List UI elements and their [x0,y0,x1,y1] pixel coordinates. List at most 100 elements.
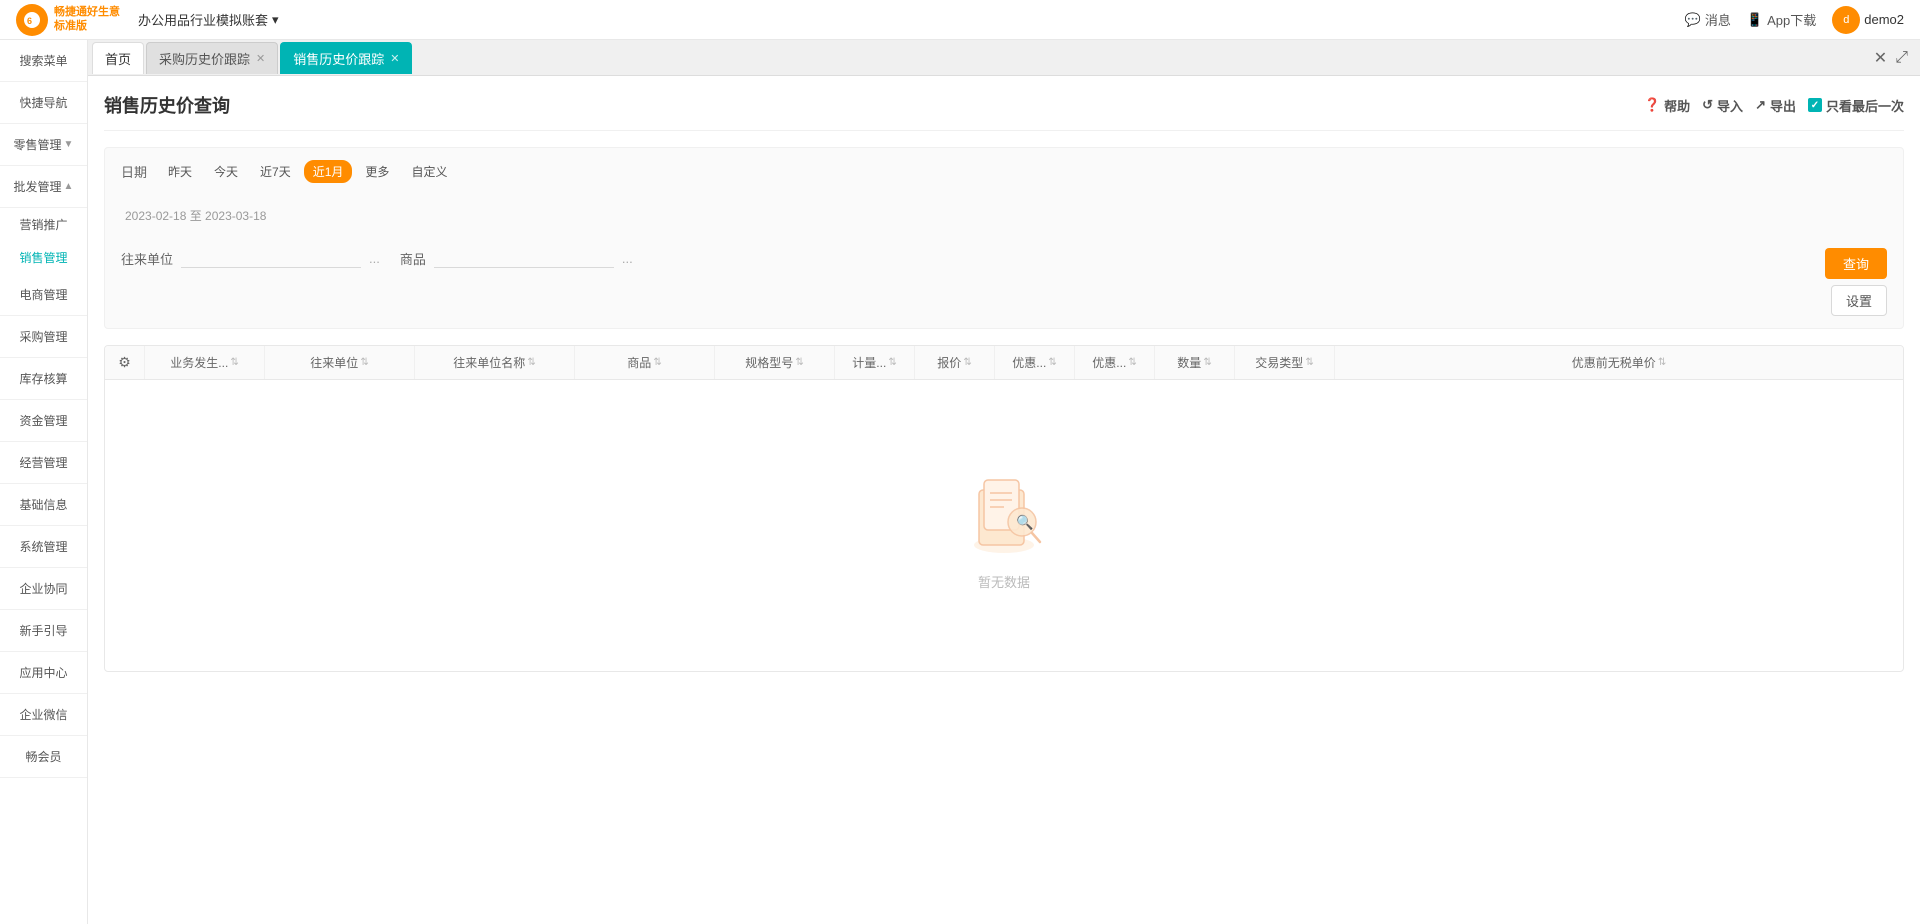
unit-filter-dots[interactable]: ... [369,251,380,266]
th-date-label: 业务发生... [170,354,228,371]
sidebar-label-inventory: 库存核算 [19,370,67,387]
sidebar-item-purchase[interactable]: 采购管理 [0,316,87,358]
user-area[interactable]: d demo2 [1832,6,1904,34]
tab-close-button[interactable]: ✕ [1874,48,1887,68]
tab-sales-history[interactable]: 销售历史价跟踪 ✕ [280,42,412,74]
th-unit[interactable]: 计量... ⇅ [835,346,915,379]
sidebar-item-shortcuts[interactable]: 快捷导航 [0,82,87,124]
unit-filter-input[interactable] [181,248,361,268]
sort-icon-spec: ⇅ [795,357,803,368]
product-filter-label: 商品 [400,249,426,268]
th-unit-name[interactable]: 往来单位名称 ⇅ [415,346,575,379]
sidebar-item-marketing[interactable]: 营销推广 [0,208,87,241]
sort-icon-product: ⇅ [653,357,661,368]
app-download-button[interactable]: 📱 App下载 [1747,10,1816,29]
page-content: 销售历史价查询 ❓ 帮助 ↺ 导入 ↗ 导出 [88,76,1920,924]
product-filter-input[interactable] [434,248,614,268]
gear-icon[interactable]: ⚙ [118,354,131,371]
tab-home[interactable]: 首页 [92,42,144,74]
chevron-down-icon: ▼ [64,139,74,150]
message-button[interactable]: 💬 消息 [1685,10,1731,29]
sidebar-item-inventory[interactable]: 库存核算 [0,358,87,400]
sidebar-label-newbie: 新手引导 [19,622,67,639]
tab-purchase-history[interactable]: 采购历史价跟踪 ✕ [146,42,278,74]
data-table: ⚙ 业务发生... ⇅ 往来单位 ⇅ 往来单位名称 ⇅ [104,345,1904,672]
filter-section-unit: 往来单位 ... [121,248,380,268]
th-unit-code[interactable]: 往来单位 ⇅ [265,346,415,379]
date-btn-today[interactable]: 今天 [205,160,247,183]
page-title-text: 销售历史价查询 [104,92,230,118]
date-btn-custom[interactable]: 自定义 [402,160,456,183]
only-last-checkbox[interactable]: 只看最后一次 [1808,96,1904,115]
th-discount1-label: 优惠... [1012,354,1046,371]
sidebar-item-appstore[interactable]: 应用中心 [0,652,87,694]
query-button[interactable]: 查询 [1825,248,1887,279]
sidebar-item-retail[interactable]: 零售管理 ▼ [0,124,87,166]
product-filter-dots[interactable]: ... [622,251,633,266]
settings-button[interactable]: 设置 [1831,285,1887,316]
sort-icon-qty: ⇅ [1203,357,1211,368]
svg-text:🔍: 🔍 [1016,513,1033,531]
sidebar-item-sales[interactable]: 销售管理 [0,241,87,274]
sidebar-item-member[interactable]: 畅会员 [0,736,87,778]
sidebar-item-finance[interactable]: 资金管理 [0,400,87,442]
logo-area: 6 畅捷通好生意 标准版 [16,4,120,36]
unit-filter-label: 往来单位 [121,249,173,268]
help-icon: ❓ [1644,97,1660,113]
th-price[interactable]: 报价 ⇅ [915,346,995,379]
th-discount2[interactable]: 优惠... ⇅ [1075,346,1155,379]
th-product[interactable]: 商品 ⇅ [575,346,715,379]
sidebar-item-basic[interactable]: 基础信息 [0,484,87,526]
sort-icon-notax: ⇅ [1658,357,1666,368]
th-discount1[interactable]: 优惠... ⇅ [995,346,1075,379]
date-btn-7days[interactable]: 近7天 [251,160,300,183]
th-settings[interactable]: ⚙ [105,346,145,379]
sidebar-item-search[interactable]: 搜索菜单 [0,40,87,82]
sidebar-item-operations[interactable]: 经营管理 [0,442,87,484]
th-trade-label: 交易类型 [1255,354,1303,371]
th-date[interactable]: 业务发生... ⇅ [145,346,265,379]
app-selector[interactable]: 办公用品行业模拟账套 ▾ [130,10,287,29]
sidebar-label-operations: 经营管理 [19,454,67,471]
tab-maximize-button[interactable]: ⤢ [1895,49,1908,67]
tab-sales-close-icon[interactable]: ✕ [390,52,399,65]
th-spec[interactable]: 规格型号 ⇅ [715,346,835,379]
sidebar-label-finance: 资金管理 [19,412,67,429]
page-title-actions: ❓ 帮助 ↺ 导入 ↗ 导出 只看最后一次 [1644,96,1904,115]
page-inner: 销售历史价查询 ❓ 帮助 ↺ 导入 ↗ 导出 [88,76,1920,688]
sort-icon-trade: ⇅ [1305,357,1313,368]
empty-text: 暂无数据 [978,572,1030,591]
help-button[interactable]: ❓ 帮助 [1644,96,1690,115]
sort-icon-unit: ⇅ [888,357,896,368]
import-button[interactable]: ↺ 导入 [1702,96,1743,115]
chevron-up-icon: ▲ [64,181,74,192]
filter-area: 日期 昨天 今天 近7天 近1月 更多 自定义 2023-02-18 至 202… [104,147,1904,329]
th-notax-price[interactable]: 优惠前无税单价 ⇅ [1335,346,1903,379]
sidebar: 搜索菜单 快捷导航 零售管理 ▼ 批发管理 ▲ 营销推广 销售管理 电商管理 采… [0,40,88,924]
sidebar-item-wechat[interactable]: 企业微信 [0,694,87,736]
download-icon: 📱 [1747,12,1763,28]
sidebar-label-enterprise: 企业协同 [19,580,67,597]
export-button[interactable]: ↗ 导出 [1755,96,1796,115]
sidebar-item-enterprise[interactable]: 企业协同 [0,568,87,610]
tab-purchase-close-icon[interactable]: ✕ [256,52,265,65]
date-btn-yesterday[interactable]: 昨天 [159,160,201,183]
sidebar-label-wechat: 企业微信 [19,706,67,723]
sidebar-label-basic: 基础信息 [19,496,67,513]
topbar-left: 6 畅捷通好生意 标准版 办公用品行业模拟账套 ▾ [16,4,287,36]
sidebar-item-system[interactable]: 系统管理 [0,526,87,568]
th-trade-type[interactable]: 交易类型 ⇅ [1235,346,1335,379]
sidebar-label-retail: 零售管理 [14,136,62,153]
sidebar-item-ecommerce[interactable]: 电商管理 [0,274,87,316]
export-icon: ↗ [1755,97,1766,113]
sidebar-item-newbie[interactable]: 新手引导 [0,610,87,652]
date-btn-1month[interactable]: 近1月 [304,160,353,183]
sidebar-item-wholesale[interactable]: 批发管理 ▲ [0,166,87,208]
sidebar-label-shortcuts: 快捷导航 [19,94,67,111]
svg-text:6: 6 [27,16,32,26]
avatar: d [1832,6,1860,34]
date-btn-more[interactable]: 更多 [356,160,398,183]
filter-section-product: 商品 ... [400,248,633,268]
th-qty[interactable]: 数量 ⇅ [1155,346,1235,379]
th-unit-code-label: 往来单位 [310,354,358,371]
